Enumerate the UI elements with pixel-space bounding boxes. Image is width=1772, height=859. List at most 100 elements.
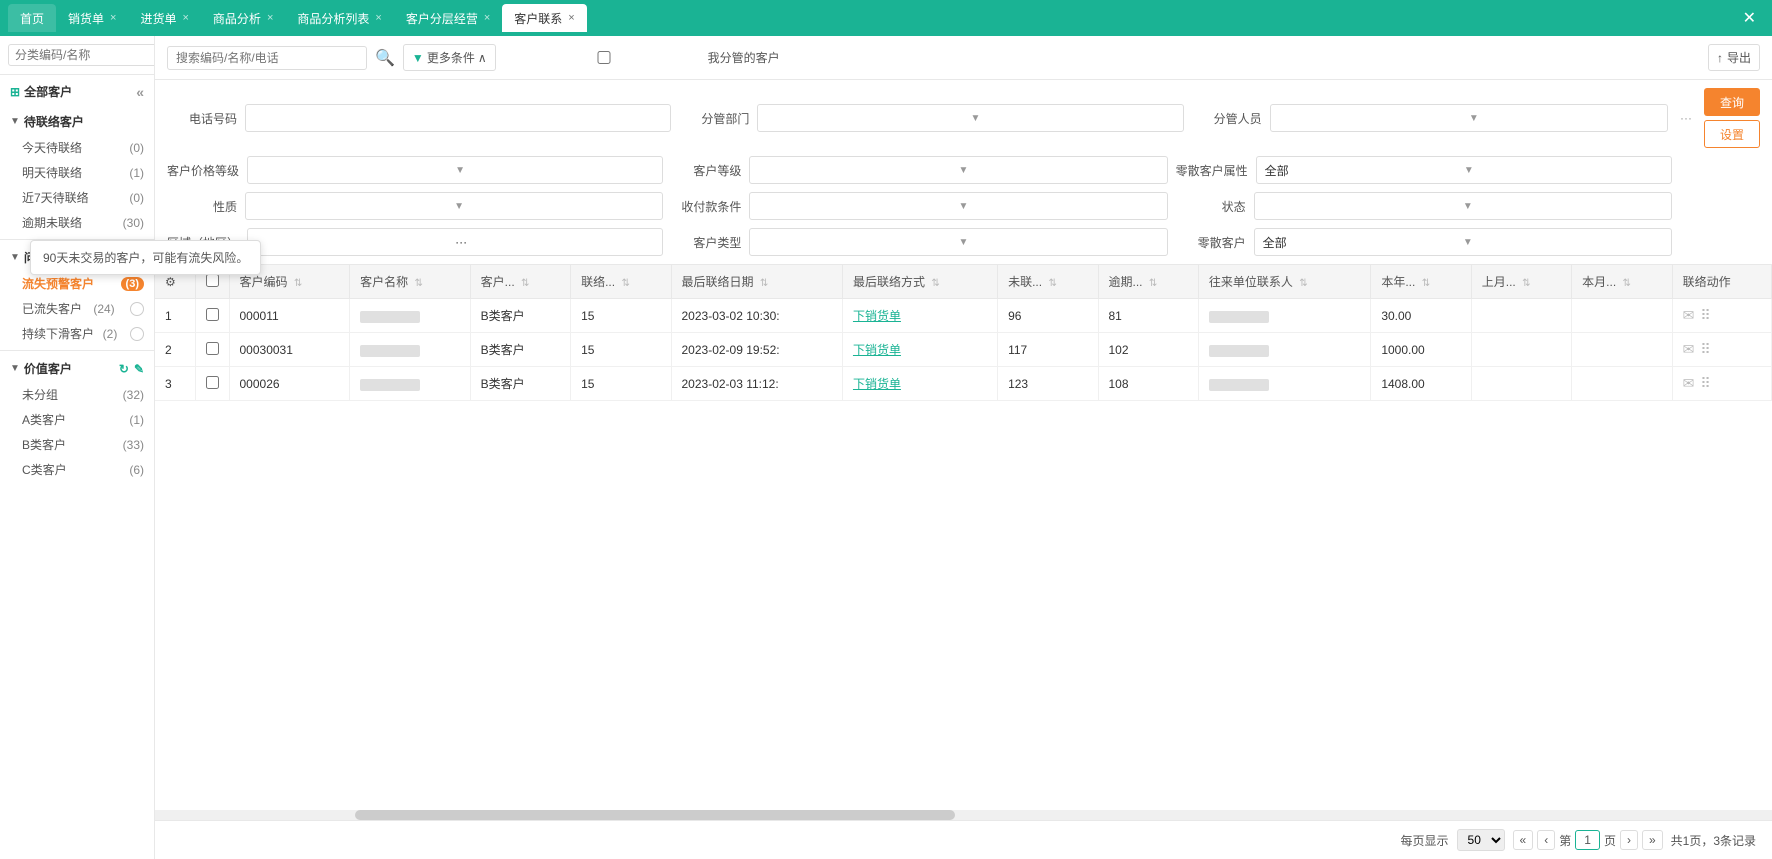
chevron-down-icon-7: ▼ [959, 201, 1159, 212]
region-dots-icon[interactable]: ··· [451, 235, 654, 249]
cell-method-1[interactable]: 下销货单 [842, 299, 997, 333]
cell-checkbox-3[interactable] [195, 367, 229, 401]
tab-purchase-order[interactable]: 进货单 × [128, 4, 200, 32]
more-icon-1[interactable]: ⠿ [1700, 307, 1710, 324]
sort-arrows-date[interactable]: ⇅ [760, 278, 768, 289]
sort-arrows-this-month[interactable]: ⇅ [1623, 278, 1631, 289]
sidebar-item-class-a[interactable]: A类客户 (1) [0, 407, 154, 432]
tab-customer-contact[interactable]: 客户联系 × [502, 4, 586, 32]
edit-icon[interactable]: ✎ [134, 362, 144, 376]
cell-method-3[interactable]: 下销货单 [842, 367, 997, 401]
sort-arrows-type[interactable]: ⇅ [521, 278, 529, 289]
sidebar-item-ungrouped[interactable]: 未分组 (32) [0, 382, 154, 407]
chevron-down-icon: ▼ [971, 113, 1175, 124]
cell-checkbox-1[interactable] [195, 299, 229, 333]
info-circle-icon[interactable] [130, 302, 144, 316]
sort-arrows-unit[interactable]: ⇅ [1299, 278, 1307, 289]
filter-customer-grade-select[interactable]: ▼ [749, 156, 1167, 184]
close-tab-product-analysis[interactable]: × [267, 12, 273, 24]
filter-retail-attr-select[interactable]: 全部 ▼ [1256, 156, 1672, 184]
sidebar-item-7days-pending[interactable]: 近7天待联络 (0) [0, 185, 154, 210]
sidebar-item-overdue-pending[interactable]: 逾期未联络 (30) [0, 210, 154, 235]
sidebar-search-input[interactable] [8, 44, 155, 66]
cell-method-2[interactable]: 下销货单 [842, 333, 997, 367]
sidebar-item-today-pending[interactable]: 今天待联络 (0) [0, 135, 154, 160]
sort-arrows-year[interactable]: ⇅ [1422, 278, 1430, 289]
cell-checkbox-2[interactable] [195, 333, 229, 367]
sort-arrows-method[interactable]: ⇅ [931, 278, 939, 289]
sort-arrows-name[interactable]: ⇅ [414, 278, 422, 289]
tab-customer-tier[interactable]: 客户分层经营 × [394, 4, 502, 32]
query-button[interactable]: 查询 [1704, 88, 1760, 116]
filter-manager-dots[interactable]: ··· [1676, 111, 1696, 125]
close-tab-purchase-order[interactable]: × [182, 12, 188, 24]
horizontal-scrollbar[interactable] [155, 810, 1772, 820]
window-close-button[interactable]: ✕ [1735, 8, 1764, 28]
select-all-checkbox[interactable] [206, 274, 219, 287]
cell-overdue-1: 81 [1098, 299, 1198, 333]
cell-code-3: 000026 [229, 367, 350, 401]
more-filters-button[interactable]: ▼ 更多条件 ∧ [403, 44, 496, 71]
row-checkbox-1[interactable] [206, 308, 219, 321]
prev-page-button[interactable]: ‹ [1537, 830, 1555, 850]
link-method-1[interactable]: 下销货单 [853, 309, 901, 323]
close-tab-product-analysis-list[interactable]: × [375, 12, 381, 24]
filter-customer-type-select[interactable]: ▼ [749, 228, 1167, 256]
info-circle-icon-2[interactable] [130, 327, 144, 341]
row-checkbox-3[interactable] [206, 376, 219, 389]
refresh-icon[interactable]: ↻ [119, 362, 129, 376]
page-size-select[interactable]: 50 [1457, 829, 1505, 851]
filter-nature-select[interactable]: ▼ [245, 192, 663, 220]
tab-product-analysis[interactable]: 商品分析 × [201, 4, 285, 32]
sort-arrows-last-month[interactable]: ⇅ [1522, 278, 1530, 289]
row-checkbox-2[interactable] [206, 342, 219, 355]
sidebar-group-pending-title[interactable]: ▼ 待联络客户 [0, 108, 154, 135]
sidebar-item-class-b[interactable]: B类客户 (33) [0, 432, 154, 457]
scrollbar-thumb[interactable] [355, 810, 955, 820]
sort-arrows-uncontacted[interactable]: ⇅ [1048, 278, 1056, 289]
cell-uncontacted-1: 96 [998, 299, 1098, 333]
sidebar-all-customers[interactable]: ⊞ 全部客户 « [0, 75, 154, 108]
settings-button[interactable]: 设置 [1704, 120, 1760, 148]
sort-arrows-contact[interactable]: ⇅ [621, 278, 629, 289]
sort-arrows-code[interactable]: ⇅ [294, 278, 302, 289]
filter-customer-grade: 客户等级 ▼ [671, 156, 1167, 184]
sidebar-item-churned[interactable]: 已流失客户 (24) [0, 296, 154, 321]
contact-icon-2[interactable]: ✉ [1683, 341, 1695, 358]
filter-price-grade-select[interactable]: ▼ [247, 156, 663, 184]
tab-home[interactable]: 首页 [8, 4, 56, 32]
filter-region-select[interactable]: ··· [247, 228, 663, 256]
contact-icon-3[interactable]: ✉ [1683, 375, 1695, 392]
sidebar-item-class-c[interactable]: C类客户 (6) [0, 457, 154, 482]
sidebar-group-value-title[interactable]: ▼ 价值客户 ↻ ✎ [0, 355, 154, 382]
export-button[interactable]: ↑ 导出 [1708, 44, 1760, 71]
link-method-2[interactable]: 下销货单 [853, 343, 901, 357]
contact-icon-1[interactable]: ✉ [1683, 307, 1695, 324]
link-method-3[interactable]: 下销货单 [853, 377, 901, 391]
sidebar-collapse-icon[interactable]: « [136, 84, 144, 100]
sidebar-item-declining[interactable]: 持续下滑客户 (2) [0, 321, 154, 346]
close-tab-customer-contact[interactable]: × [568, 12, 574, 24]
filter-payment-select[interactable]: ▼ [749, 192, 1167, 220]
sidebar-item-tomorrow-pending[interactable]: 明天待联络 (1) [0, 160, 154, 185]
my-customers-checkbox[interactable] [504, 51, 704, 64]
first-page-button[interactable]: « [1513, 830, 1534, 850]
filter-manager-select[interactable]: ▼ [1270, 104, 1668, 132]
next-page-button[interactable]: › [1620, 830, 1638, 850]
sort-arrows-overdue[interactable]: ⇅ [1149, 278, 1157, 289]
my-customers-checkbox-label[interactable]: 我分管的客户 [504, 49, 780, 66]
last-page-button[interactable]: » [1642, 830, 1663, 850]
more-icon-2[interactable]: ⠿ [1700, 341, 1710, 358]
main-search-icon[interactable]: 🔍 [375, 48, 395, 68]
filter-dept-select[interactable]: ▼ [757, 104, 1183, 132]
filter-status-select[interactable]: ▼ [1254, 192, 1672, 220]
close-tab-sales-order[interactable]: × [110, 12, 116, 24]
arrow-icon-2: ▼ [10, 252, 20, 263]
filter-phone-input[interactable] [245, 104, 671, 132]
more-icon-3[interactable]: ⠿ [1700, 375, 1710, 392]
tab-sales-order[interactable]: 销货单 × [56, 4, 128, 32]
main-search-input[interactable] [167, 46, 367, 70]
close-tab-customer-tier[interactable]: × [484, 12, 490, 24]
filter-retail-customer-select[interactable]: 全部 ▼ [1254, 228, 1672, 256]
tab-product-analysis-list[interactable]: 商品分析列表 × [285, 4, 393, 32]
